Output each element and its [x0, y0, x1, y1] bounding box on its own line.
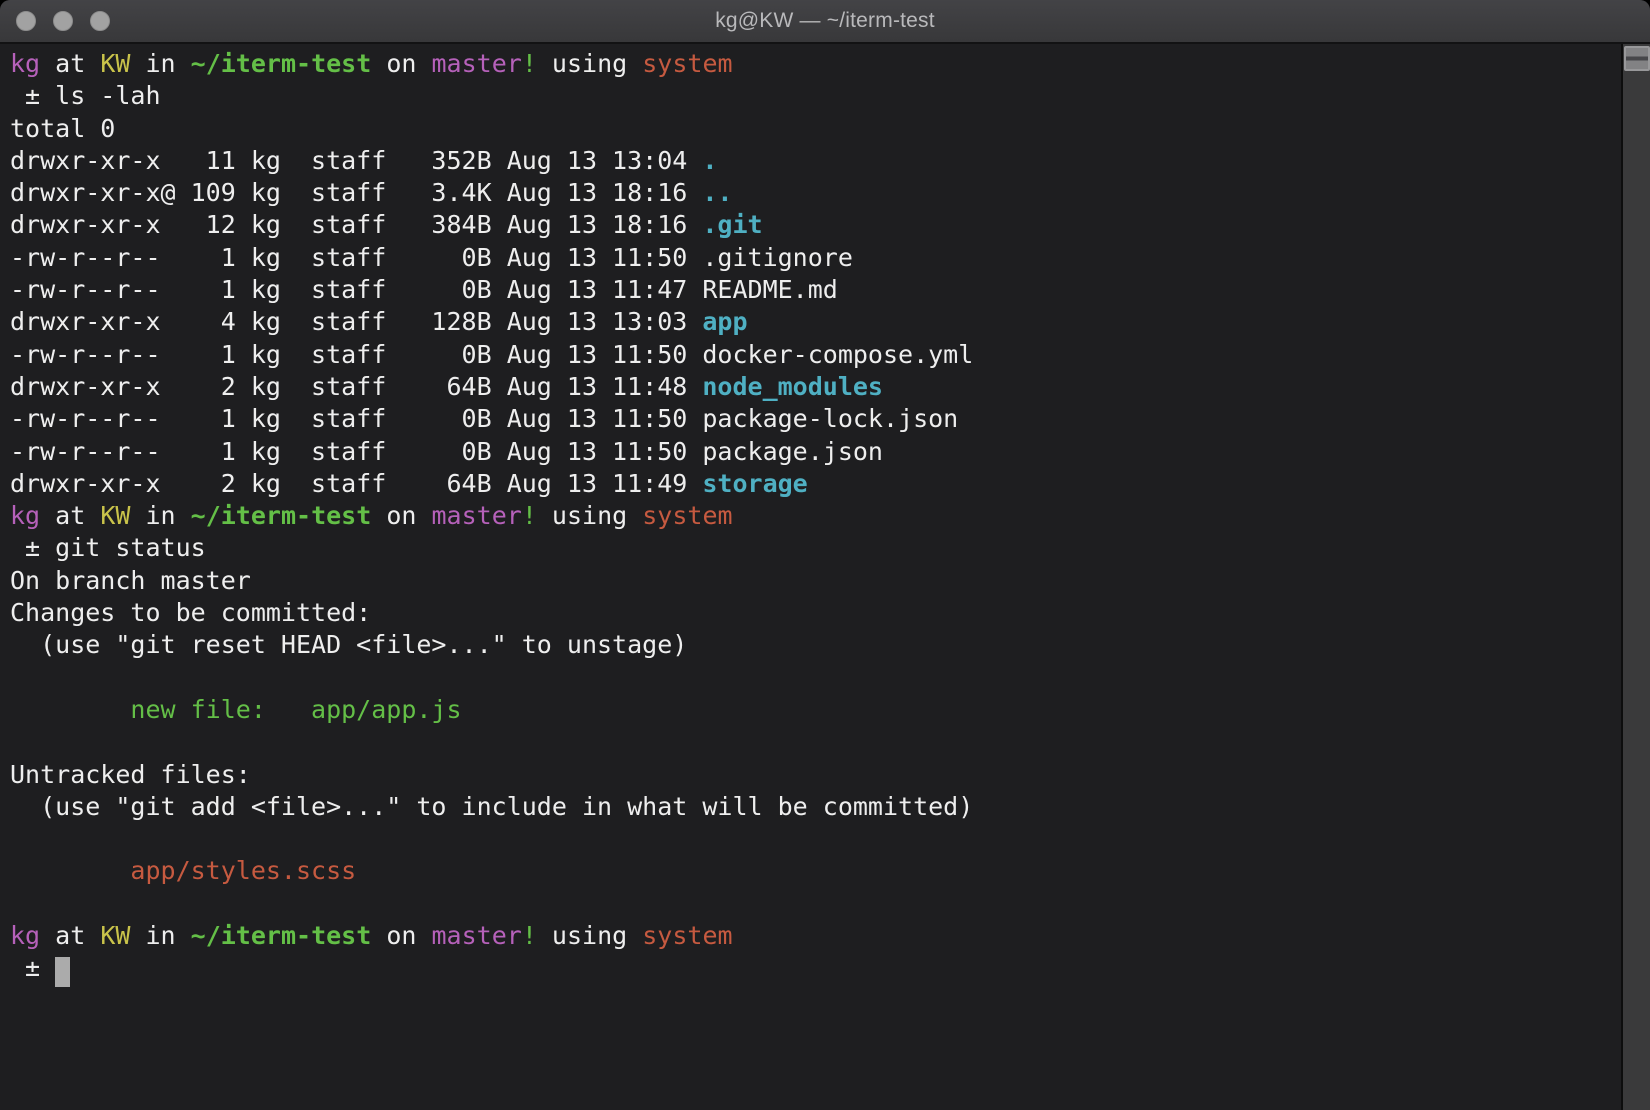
zoom-button[interactable]	[90, 11, 110, 31]
terminal-line: app/styles.scss	[10, 856, 357, 886]
terminal-line: Untracked files:	[10, 759, 251, 789]
terminal-line: kg at KW in ~/iterm-test on master! usin…	[10, 501, 733, 531]
terminal-line: (use "git reset HEAD <file>..." to unsta…	[10, 630, 688, 660]
window-titlebar[interactable]: kg@KW — ~/iterm-test	[0, 0, 1650, 44]
terminal-line: ±	[10, 952, 1621, 988]
terminal-screen[interactable]: kg at KW in ~/iterm-test on master! usin…	[0, 44, 1621, 1110]
traffic-lights	[16, 11, 110, 31]
terminal-line: -rw-r--r-- 1 kg staff 0B Aug 13 11:50 do…	[10, 339, 974, 369]
terminal-line: kg at KW in ~/iterm-test on master! usin…	[10, 921, 733, 951]
terminal-line: drwxr-xr-x 11 kg staff 352B Aug 13 13:04…	[10, 145, 718, 175]
terminal-line: total 0	[10, 113, 116, 143]
terminal-cursor	[55, 957, 71, 988]
terminal-line: On branch master	[10, 565, 251, 595]
terminal-line: ± git status	[10, 533, 206, 563]
window-title: kg@KW — ~/iterm-test	[715, 9, 935, 32]
terminal-line: (use "git add <file>..." to include in w…	[10, 791, 974, 821]
scrollbar-marker-icon[interactable]	[1623, 46, 1650, 71]
scrollbar[interactable]	[1621, 44, 1650, 1110]
terminal-line: -rw-r--r-- 1 kg staff 0B Aug 13 11:50 pa…	[10, 404, 959, 434]
terminal-line: -rw-r--r-- 1 kg staff 0B Aug 13 11:50 .g…	[10, 242, 853, 272]
terminal-line: ± ls -lah	[10, 81, 161, 111]
terminal-line: drwxr-xr-x@ 109 kg staff 3.4K Aug 13 18:…	[10, 178, 733, 208]
terminal-line: drwxr-xr-x 2 kg staff 64B Aug 13 11:49 s…	[10, 468, 808, 498]
terminal-line: -rw-r--r-- 1 kg staff 0B Aug 13 11:50 pa…	[10, 436, 883, 466]
terminal-line: drwxr-xr-x 12 kg staff 384B Aug 13 18:16…	[10, 210, 763, 240]
minimize-button[interactable]	[53, 11, 73, 31]
terminal-window: kg@KW — ~/iterm-test kg at KW in ~/iterm…	[0, 0, 1650, 1110]
terminal-line: Changes to be committed:	[10, 598, 372, 628]
terminal-line: -rw-r--r-- 1 kg staff 0B Aug 13 11:47 RE…	[10, 275, 838, 305]
terminal-line: kg at KW in ~/iterm-test on master! usin…	[10, 49, 733, 78]
terminal-line: new file: app/app.js	[10, 694, 462, 724]
terminal-line: drwxr-xr-x 2 kg staff 64B Aug 13 11:48 n…	[10, 371, 883, 401]
close-button[interactable]	[16, 11, 36, 31]
terminal-line: drwxr-xr-x 4 kg staff 128B Aug 13 13:03 …	[10, 307, 748, 337]
